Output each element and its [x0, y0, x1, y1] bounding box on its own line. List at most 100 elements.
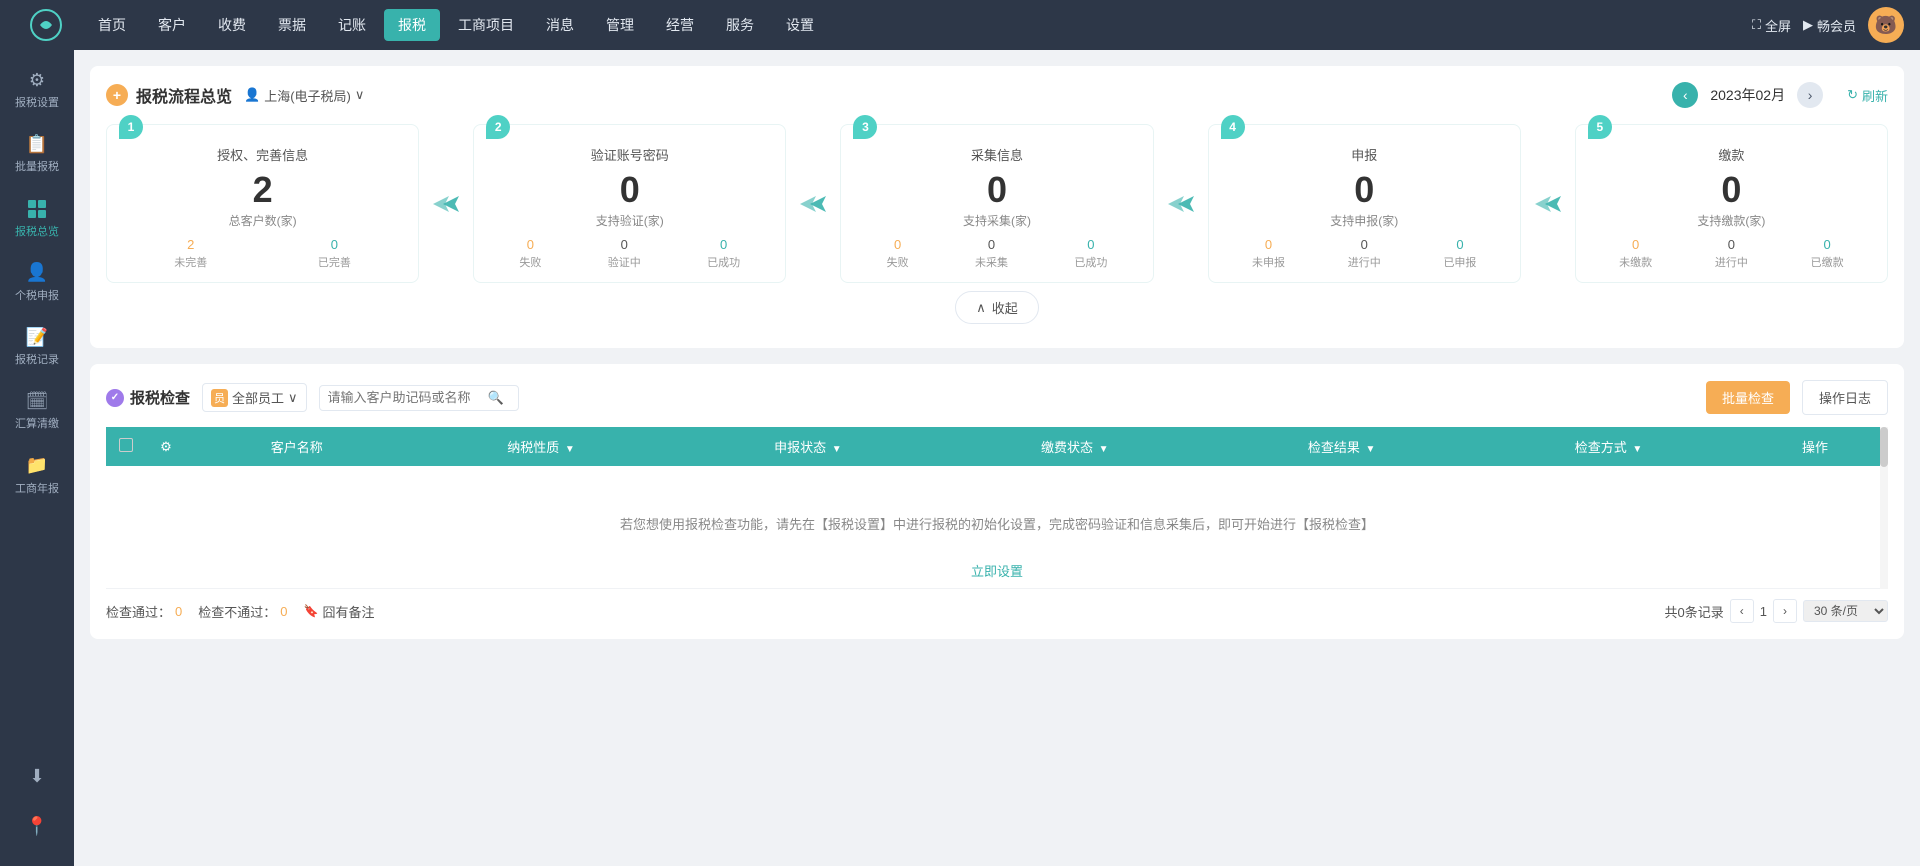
nav-item-clients[interactable]: 客户 — [144, 9, 200, 41]
collapse-button[interactable]: ∧ 收起 — [955, 291, 1039, 324]
per-page-select[interactable]: 30 条/页 50 条/页 100 条/页 — [1803, 600, 1888, 622]
payment-status-filter-icon[interactable]: ▼ — [1099, 444, 1109, 455]
step-sub-3-1[interactable]: 0 未采集 — [975, 237, 1008, 270]
sidebar-item-location[interactable]: 📍 — [2, 804, 72, 852]
step-sub-5-2[interactable]: 0 已缴款 — [1811, 237, 1844, 270]
next-month-button[interactable]: › — [1797, 82, 1823, 108]
declare-status-filter-icon[interactable]: ▼ — [832, 444, 842, 455]
step-sub-4-2[interactable]: 0 已申报 — [1443, 237, 1476, 270]
staff-filter-dropdown[interactable]: 员 全部员工 ∨ — [202, 383, 307, 412]
flow-step-2: 2 验证账号密码 0 支持验证(家) 0 失败 0 验证中 — [473, 124, 786, 283]
th-check-result: 检查结果 ▼ — [1208, 427, 1475, 466]
individual-tax-icon: 👤 — [25, 261, 49, 285]
refresh-label: 刷新 — [1862, 86, 1888, 105]
arrow-1-2 — [427, 194, 465, 214]
prev-page-button[interactable]: ‹ — [1730, 599, 1754, 623]
th-payment-status: 缴费状态 ▼ — [941, 427, 1208, 466]
step-sub-5-1[interactable]: 0 进行中 — [1715, 237, 1748, 270]
current-page: 1 — [1760, 604, 1767, 619]
sidebar-item-download[interactable]: ⬇ — [2, 754, 72, 802]
step-sub-2-1[interactable]: 0 验证中 — [608, 237, 641, 270]
plus-icon: + — [106, 84, 128, 106]
step-sub-4: 0 未申报 0 进行中 0 已申报 — [1221, 237, 1508, 270]
note-stat: 🔖 囧有备注 — [304, 602, 375, 621]
sidebar-item-batch-tax[interactable]: 📋 批量报税 — [2, 122, 72, 184]
sidebar: ⚙ 报税设置 📋 批量报税 报税总览 👤 个税申报 📝 报税记录 🗓 汇算清缴 … — [0, 50, 74, 866]
settings-icon[interactable]: ⚙ — [160, 439, 172, 454]
step-sub-4-1[interactable]: 0 进行中 — [1348, 237, 1381, 270]
refresh-button[interactable]: ↻ 刷新 — [1847, 86, 1888, 105]
nav-item-management[interactable]: 管理 — [592, 9, 648, 41]
check-result-filter-icon[interactable]: ▼ — [1366, 444, 1376, 455]
batch-tax-label: 批量报税 — [15, 160, 59, 174]
step-sub-2-0[interactable]: 0 失败 — [519, 237, 541, 270]
nav-item-services[interactable]: 服务 — [712, 9, 768, 41]
nav-item-fees[interactable]: 收费 — [204, 9, 260, 41]
nav-item-invoices[interactable]: 票据 — [264, 9, 320, 41]
nav-item-home[interactable]: 首页 — [84, 9, 140, 41]
arrow-4-5 — [1529, 194, 1567, 214]
nav-item-settings[interactable]: 设置 — [772, 9, 828, 41]
step-sub-4-0-val: 0 — [1265, 237, 1272, 252]
staff-filter-label: 全部员工 — [232, 388, 284, 407]
step-unit-1: 总客户数(家) — [119, 212, 406, 229]
step-sub-3-2[interactable]: 0 已成功 — [1074, 237, 1107, 270]
table-footer: 检查通过： 0 检查不通过： 0 🔖 囧有备注 共0条记录 ‹ 1 › — [106, 589, 1888, 623]
tax-type-filter-icon[interactable]: ▼ — [565, 444, 575, 455]
arrow-3-4 — [1162, 194, 1200, 214]
th-tax-type: 纳税性质 ▼ — [408, 427, 675, 466]
tax-check-card: ✓ 报税检查 员 全部员工 ∨ 🔍 批量检查 操作日志 — [90, 364, 1904, 639]
th-action: 操作 — [1742, 427, 1888, 466]
step-sub-2-2[interactable]: 0 已成功 — [707, 237, 740, 270]
search-input[interactable] — [328, 390, 488, 405]
next-page-button[interactable]: › — [1773, 599, 1797, 623]
fullscreen-button[interactable]: ⛶ 全屏 — [1752, 16, 1791, 35]
flow-steps: 1 授权、完善信息 2 总客户数(家) 2 未完善 0 已完善 — [106, 124, 1888, 283]
step-sub-4-0-lbl: 未申报 — [1252, 254, 1285, 270]
sidebar-item-individual-tax[interactable]: 👤 个税申报 — [2, 251, 72, 313]
prev-month-button[interactable]: ‹ — [1672, 82, 1698, 108]
fail-count[interactable]: 0 — [280, 604, 287, 619]
pass-count[interactable]: 0 — [175, 604, 182, 619]
batch-check-button[interactable]: 批量检查 — [1706, 381, 1790, 414]
scrollbar-thumb[interactable] — [1880, 427, 1888, 467]
step-sub-1-1[interactable]: 0 已完善 — [318, 237, 351, 270]
note-label: 囧有备注 — [322, 602, 374, 621]
scrollbar-track[interactable] — [1880, 427, 1888, 589]
mascot-avatar[interactable]: 🐻 — [1868, 7, 1904, 43]
sidebar-item-annual-report[interactable]: 📁 工商年报 — [2, 444, 72, 506]
sidebar-item-overview[interactable]: 报税总览 — [2, 187, 72, 249]
step-num-5: 5 — [1588, 115, 1612, 139]
member-button[interactable]: ▶ 畅会员 — [1803, 16, 1856, 35]
location-tag[interactable]: 👤 上海(电子税局) ∨ — [244, 86, 364, 105]
step-sub-3-1-val: 0 — [988, 237, 995, 252]
main-layout: ⚙ 报税设置 📋 批量报税 报税总览 👤 个税申报 📝 报税记录 🗓 汇算清缴 … — [0, 50, 1920, 866]
nav-item-accounting[interactable]: 记账 — [324, 9, 380, 41]
nav-items: 首页 客户 收费 票据 记账 报税 工商项目 消息 管理 经营 服务 设置 — [84, 9, 1752, 41]
step-sub-4-0[interactable]: 0 未申报 — [1252, 237, 1285, 270]
nav-item-messages[interactable]: 消息 — [532, 9, 588, 41]
sidebar-item-annual-settlement[interactable]: 🗓 汇算清缴 — [2, 379, 72, 441]
operation-log-button[interactable]: 操作日志 — [1802, 380, 1888, 415]
step-sub-3-0[interactable]: 0 失败 — [887, 237, 909, 270]
select-all-checkbox[interactable] — [119, 438, 133, 452]
overview-header: + 报税流程总览 👤 上海(电子税局) ∨ ‹ 2023年02月 › ↻ 刷新 — [106, 82, 1888, 108]
sidebar-item-tax-settings[interactable]: ⚙ 报税设置 — [2, 58, 72, 120]
step-sub-5-0[interactable]: 0 未缴款 — [1619, 237, 1652, 270]
nav-item-operations[interactable]: 经营 — [652, 9, 708, 41]
step-sub-2-1-lbl: 验证中 — [608, 254, 641, 270]
annual-report-label: 工商年报 — [15, 482, 59, 496]
step-unit-2: 支持验证(家) — [486, 212, 773, 229]
step-num-4: 4 — [1221, 115, 1245, 139]
step-sub-3-0-val: 0 — [894, 237, 901, 252]
th-check-result-text: 检查结果 — [1308, 440, 1360, 455]
collapse-label: 收起 — [992, 298, 1018, 317]
nav-item-tax[interactable]: 报税 — [384, 9, 440, 41]
th-action-text: 操作 — [1802, 440, 1828, 455]
search-icon[interactable]: 🔍 — [488, 390, 504, 406]
setup-link[interactable]: 立即设置 — [118, 561, 1876, 580]
sidebar-item-tax-records[interactable]: 📝 报税记录 — [2, 315, 72, 377]
nav-item-commerce[interactable]: 工商项目 — [444, 9, 528, 41]
step-sub-1-0[interactable]: 2 未完善 — [174, 237, 207, 270]
check-method-filter-icon[interactable]: ▼ — [1632, 444, 1642, 455]
